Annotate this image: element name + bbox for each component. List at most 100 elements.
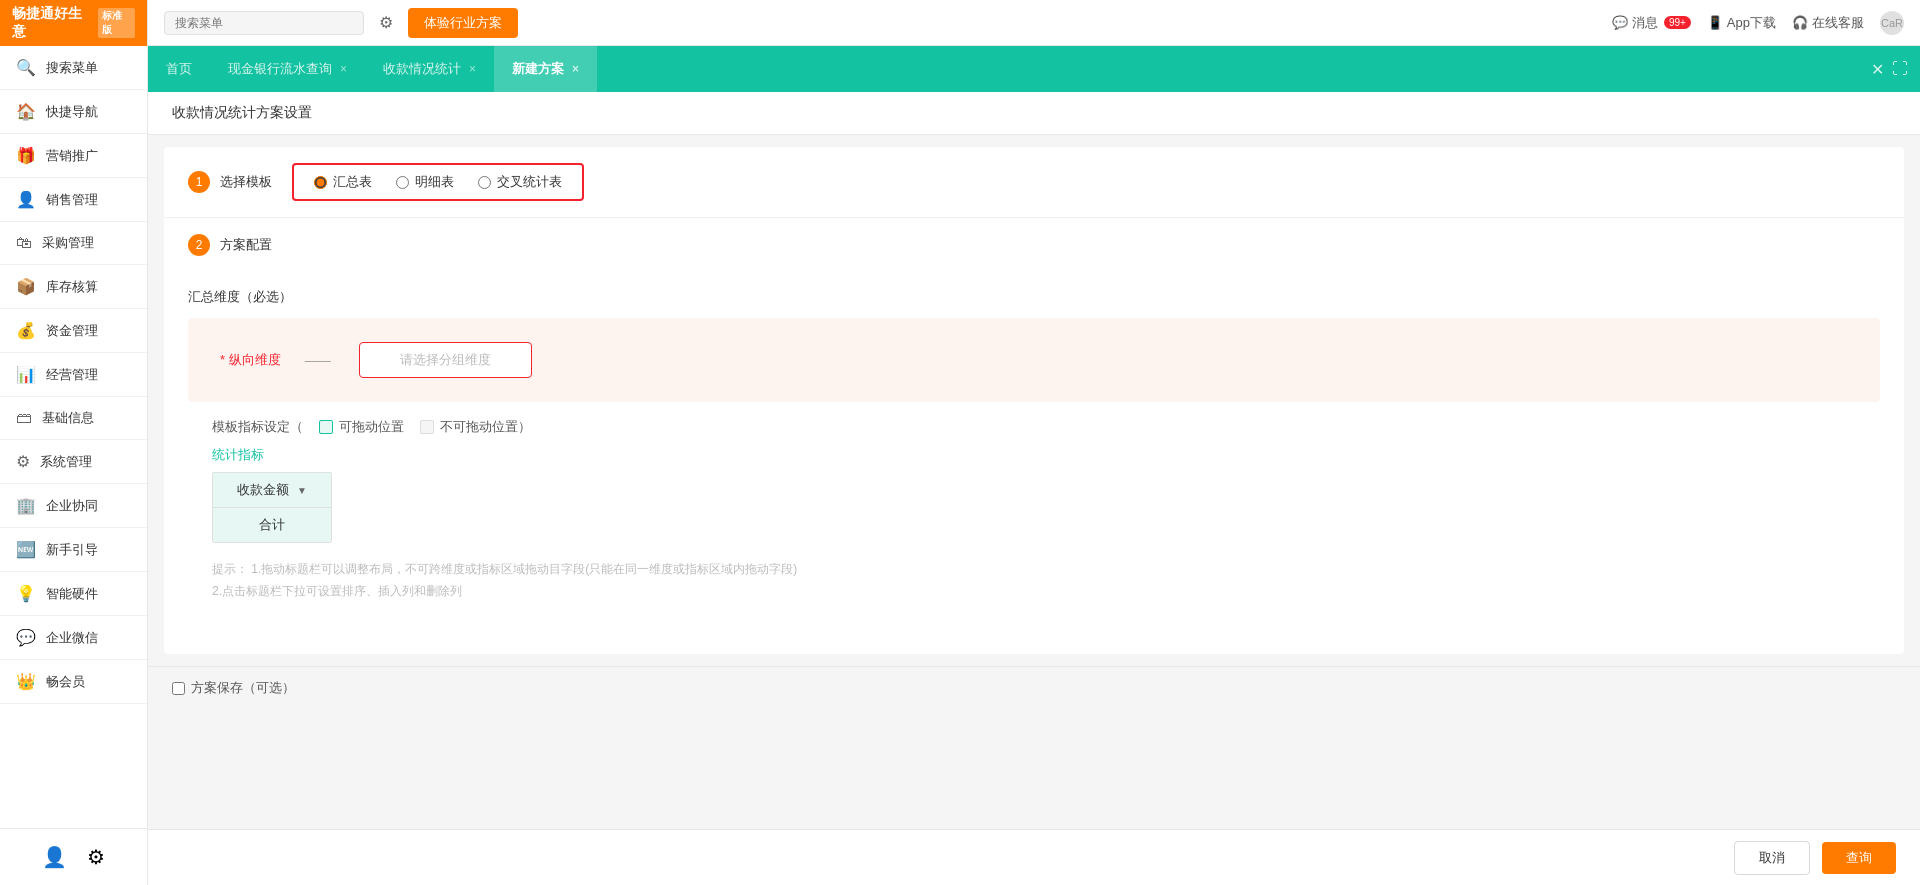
save-checkbox[interactable]: 方案保存（可选） xyxy=(172,679,295,697)
non-draggable-box-icon xyxy=(420,420,434,434)
message-icon: 💬 xyxy=(1612,15,1628,30)
inventory-icon: 📦 xyxy=(16,277,36,296)
section-header: 收款情况统计方案设置 xyxy=(148,92,1920,135)
purchase-icon: 🛍 xyxy=(16,234,32,252)
page-content: 收款情况统计方案设置 1 选择模板 汇总表 明细表 xyxy=(148,92,1920,829)
non-draggable-legend: 不可拖动位置） xyxy=(420,418,531,436)
main-content: ⚙ 体验行业方案 💬 消息 99+ 📱 App下载 🎧 在线客服 CaR xyxy=(148,0,1920,885)
sidebar-item-inventory[interactable]: 📦库存核算 xyxy=(0,265,147,309)
sidebar-item-member[interactable]: 👑畅会员 xyxy=(0,660,147,704)
page-footer: 方案保存（可选） xyxy=(148,666,1920,709)
sidebar-item-purchase[interactable]: 🛍采购管理 xyxy=(0,222,147,265)
dimension-arrow: —— xyxy=(305,353,331,368)
save-checkbox-input[interactable] xyxy=(172,682,185,695)
draggable-legend: 可拖动位置 xyxy=(319,418,404,436)
sidebar: 畅捷通好生意 标准版 🔍搜索菜单🏠快捷导航🎁营销推广👤销售管理🛍采购管理📦库存核… xyxy=(0,0,148,885)
finance-icon: 💰 xyxy=(16,321,36,340)
dimension-title: 汇总维度（必选） xyxy=(188,288,1880,306)
topbar: ⚙ 体验行业方案 💬 消息 99+ 📱 App下载 🎧 在线客服 CaR xyxy=(148,0,1920,46)
dimension-placeholder[interactable]: 请选择分组维度 xyxy=(359,342,532,378)
dimension-row-label: * 纵向维度 xyxy=(220,351,281,369)
enterprise-icon: 🏢 xyxy=(16,496,36,515)
sidebar-bottom: 👤 ⚙ xyxy=(0,828,147,885)
app-logo: 畅捷通好生意 标准版 xyxy=(0,0,147,46)
draggable-box-icon xyxy=(319,420,333,434)
notification-btn[interactable]: 💬 消息 99+ xyxy=(1612,14,1691,32)
radio-cross[interactable]: 交叉统计表 xyxy=(478,173,562,191)
step2-label: 方案配置 xyxy=(220,236,272,254)
member-icon: 👑 xyxy=(16,672,36,691)
sidebar-item-basic[interactable]: 🗃基础信息 xyxy=(0,397,147,440)
tab-home[interactable]: 首页 xyxy=(148,46,210,92)
tab-bank[interactable]: 现金银行流水查询× xyxy=(210,46,365,92)
indicator-header: 模板指标设定（ 可拖动位置 不可拖动位置） xyxy=(212,418,1856,436)
download-icon: 📱 xyxy=(1707,15,1723,30)
sidebar-item-finance[interactable]: 💰资金管理 xyxy=(0,309,147,353)
wechat-icon: 💬 xyxy=(16,628,36,647)
tab-close-new[interactable]: × xyxy=(572,62,579,76)
marketing-icon: 🎁 xyxy=(16,146,36,165)
template-selection-box: 汇总表 明细表 交叉统计表 xyxy=(292,163,584,201)
tab-close-collection[interactable]: × xyxy=(469,62,476,76)
service-icon: 🎧 xyxy=(1792,15,1808,30)
indicator-table: 收款金额 ▼ 合计 xyxy=(212,472,332,543)
template-radio-group: 汇总表 明细表 交叉统计表 xyxy=(314,173,562,191)
system-icon: ⚙ xyxy=(16,452,30,471)
sidebar-item-enterprise[interactable]: 🏢企业协同 xyxy=(0,484,147,528)
config-card: 1 选择模板 汇总表 明细表 交叉统计表 xyxy=(164,147,1904,654)
download-btn[interactable]: 📱 App下载 xyxy=(1707,14,1776,32)
sidebar-item-sales[interactable]: 👤销售管理 xyxy=(0,178,147,222)
tabbar: 首页现金银行流水查询×收款情况统计×新建方案× ✕ ⛶ xyxy=(148,46,1920,92)
radio-summary[interactable]: 汇总表 xyxy=(314,173,372,191)
sidebar-item-smart[interactable]: 💡智能硬件 xyxy=(0,572,147,616)
indicator-col-row: 合计 xyxy=(213,508,331,542)
sidebar-settings-icon[interactable]: ⚙ xyxy=(87,845,105,869)
sidebar-item-search[interactable]: 🔍搜索菜单 xyxy=(0,46,147,90)
tip-1: 提示： 1.拖动标题栏可以调整布局，不可跨维度或指标区域拖动目字段(只能在同一维… xyxy=(212,559,1856,581)
sidebar-item-marketing[interactable]: 🎁营销推广 xyxy=(0,134,147,178)
operation-icon: 📊 xyxy=(16,365,36,384)
quick-nav-icon: 🏠 xyxy=(16,102,36,121)
step2-header: 2 方案配置 xyxy=(164,218,1904,272)
version-badge: 标准版 xyxy=(98,8,135,38)
basic-icon: 🗃 xyxy=(16,409,32,427)
sidebar-item-guide[interactable]: 🆕新手引导 xyxy=(0,528,147,572)
tab-collection[interactable]: 收款情况统计× xyxy=(365,46,494,92)
step2-badge: 2 xyxy=(188,234,210,256)
dimension-area: * 纵向维度 —— 请选择分组维度 xyxy=(188,318,1880,402)
industry-button[interactable]: 体验行业方案 xyxy=(408,8,518,38)
guide-icon: 🆕 xyxy=(16,540,36,559)
tip-2: 2.点击标题栏下拉可设置排序、插入列和删除列 xyxy=(212,581,1856,603)
tips-section: 提示： 1.拖动标题栏可以调整布局，不可跨维度或指标区域拖动目字段(只能在同一维… xyxy=(188,543,1880,618)
sidebar-item-quick-nav[interactable]: 🏠快捷导航 xyxy=(0,90,147,134)
sidebar-item-operation[interactable]: 📊经营管理 xyxy=(0,353,147,397)
settings-gear-icon[interactable]: ⚙ xyxy=(372,9,400,37)
tabbar-actions: ✕ ⛶ xyxy=(1871,60,1920,79)
search-input[interactable] xyxy=(164,11,364,35)
indicator-section: 模板指标设定（ 可拖动位置 不可拖动位置） 统计指标 xyxy=(188,418,1880,543)
smart-icon: 💡 xyxy=(16,584,36,603)
tab-close-bank[interactable]: × xyxy=(340,62,347,76)
sidebar-item-wechat[interactable]: 💬企业微信 xyxy=(0,616,147,660)
search-icon: 🔍 xyxy=(16,58,36,77)
sidebar-item-system[interactable]: ⚙系统管理 xyxy=(0,440,147,484)
user-profile-btn[interactable]: CaR xyxy=(1880,11,1904,35)
maximize-icon[interactable]: ⛶ xyxy=(1892,60,1908,78)
topbar-left: ⚙ 体验行业方案 xyxy=(164,8,518,38)
query-button[interactable]: 查询 xyxy=(1822,842,1896,874)
service-btn[interactable]: 🎧 在线客服 xyxy=(1792,14,1864,32)
action-bar: 取消 查询 xyxy=(148,829,1920,885)
radio-detail[interactable]: 明细表 xyxy=(396,173,454,191)
sidebar-user-icon[interactable]: 👤 xyxy=(42,845,67,869)
indicator-group-label: 统计指标 xyxy=(212,446,1856,464)
cancel-button[interactable]: 取消 xyxy=(1734,841,1810,875)
logo-text: 畅捷通好生意 xyxy=(12,5,94,41)
tab-new[interactable]: 新建方案× xyxy=(494,46,597,92)
step1-label: 选择模板 xyxy=(220,173,272,191)
step2-row: 2 方案配置 汇总维度（必选） * 纵向维度 —— 请选择分组维度 xyxy=(164,218,1904,634)
chevron-down-icon: ▼ xyxy=(297,485,307,496)
step1-badge: 1 xyxy=(188,171,210,193)
notification-badge: 99+ xyxy=(1664,16,1691,29)
indicator-col-header[interactable]: 收款金额 ▼ xyxy=(213,473,331,508)
close-window-icon[interactable]: ✕ xyxy=(1871,60,1884,79)
